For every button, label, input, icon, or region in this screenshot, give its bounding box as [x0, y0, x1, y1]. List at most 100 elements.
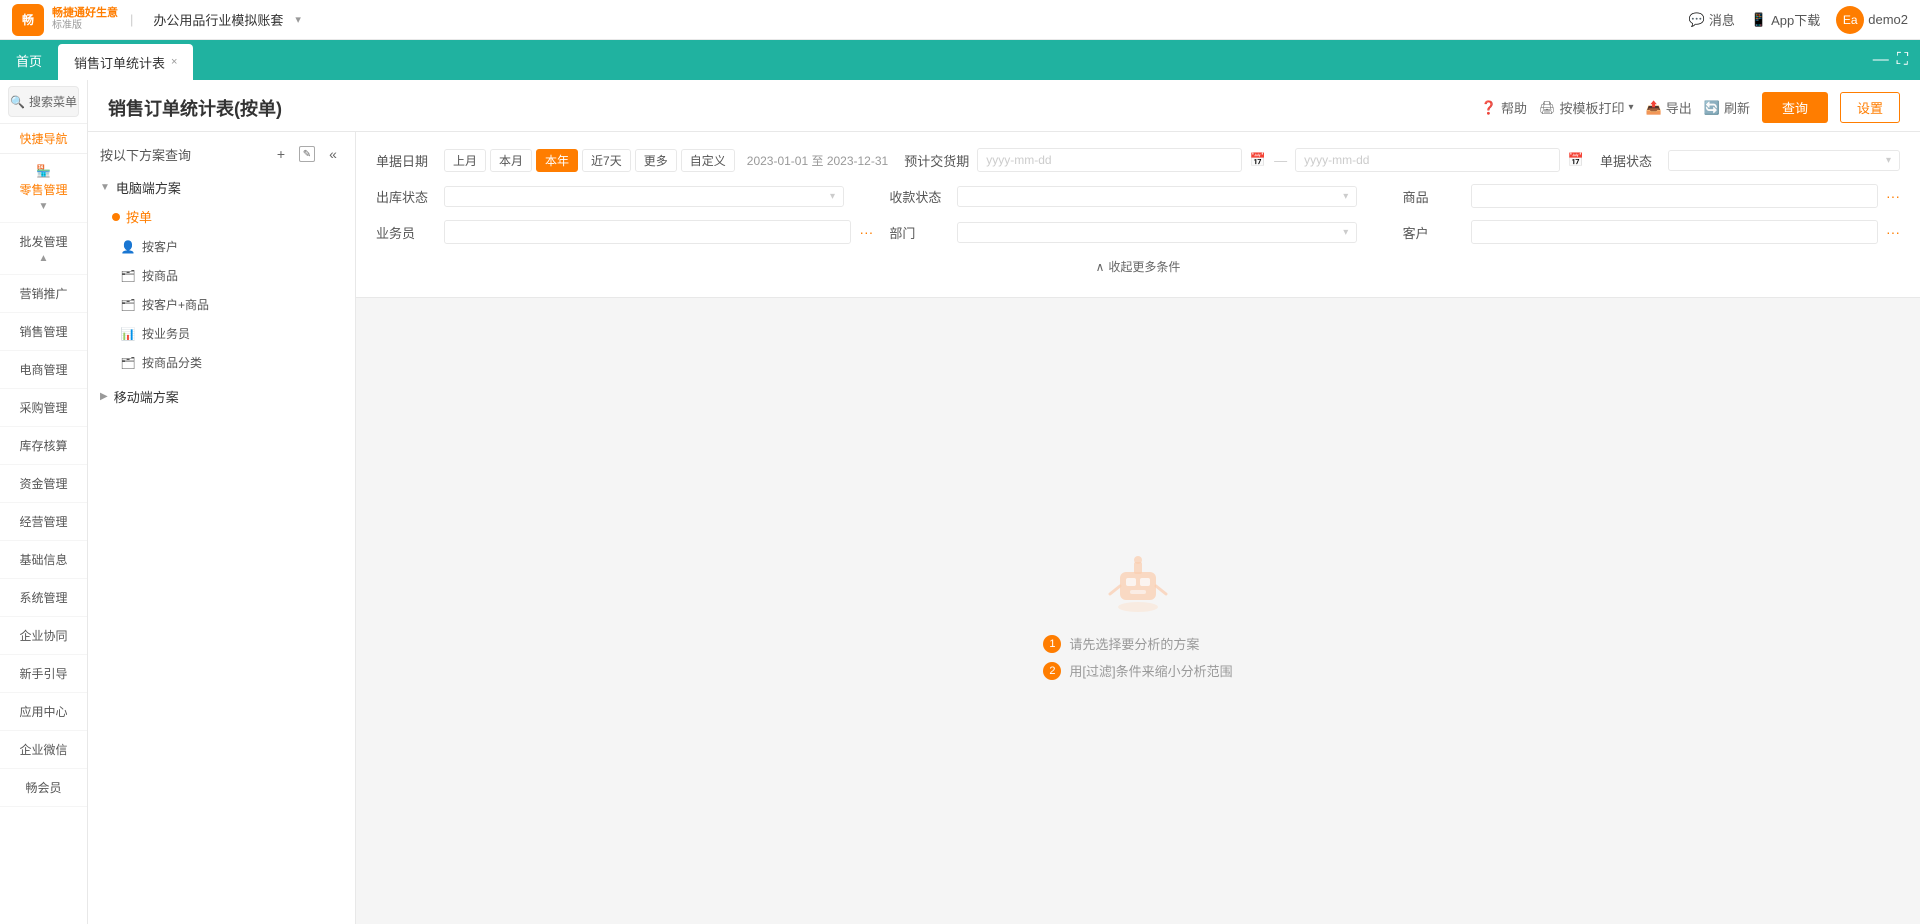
sidebar-item-wholesale[interactable]: 批发管理 ▲ — [0, 223, 87, 275]
sidebar-item-wechat[interactable]: 企业微信 — [0, 731, 87, 769]
page-header: 销售订单统计表(按单) ❓ 帮助 🖨 按模板打印 ▾ 📤 导出 🔄 刷新 — [88, 80, 1920, 132]
scheme-add-btn[interactable]: + — [271, 144, 291, 164]
message-icon: 💬 — [1689, 12, 1705, 28]
doc-status-arrow-icon: ▾ — [1886, 155, 1891, 166]
quick-nav-btn[interactable]: 快捷导航 — [0, 124, 87, 154]
scheme-item-by-goods[interactable]: 🗂 按商品 — [100, 261, 343, 290]
message-btn[interactable]: 💬 消息 — [1689, 10, 1735, 29]
sidebar-item-retail[interactable]: 🏪 零售管理 ▼ — [0, 154, 87, 223]
collapse-label: 收起更多条件 — [1108, 258, 1180, 275]
tab-home[interactable]: 首页 — [0, 40, 58, 80]
sidebar-item-vip[interactable]: 畅会员 — [0, 769, 87, 807]
this-year-btn[interactable]: 本年 — [536, 149, 578, 172]
dept-select[interactable]: ▾ — [957, 222, 1357, 243]
scheme-edit-btn[interactable]: ✎ — [297, 144, 317, 164]
query-btn[interactable]: 查询 — [1762, 92, 1828, 123]
doc-status-label: 单据状态 — [1600, 151, 1660, 170]
main-content: 按以下方案查询 + ✎ « — [88, 132, 1920, 924]
sidebar-item-operations[interactable]: 经营管理 — [0, 503, 87, 541]
scheme-item-by-salesperson[interactable]: 📊 按业务员 — [100, 319, 343, 348]
help-btn[interactable]: ❓ 帮助 — [1481, 98, 1527, 117]
more-btn[interactable]: 更多 — [635, 149, 677, 172]
scheme-item-by-category[interactable]: 🗂 按商品分类 — [100, 348, 343, 377]
last-7-days-btn[interactable]: 近7天 — [582, 149, 631, 172]
sidebar-item-ecommerce[interactable]: 电商管理 — [0, 351, 87, 389]
user-avatar: Ea — [1836, 6, 1864, 34]
sidebar-item-system[interactable]: 系统管理 — [0, 579, 87, 617]
settings-btn[interactable]: 设置 — [1840, 92, 1900, 123]
empty-hints: 1 请先选择要分析的方案 2 用[过滤]条件来缩小分析范围 — [1043, 634, 1232, 680]
customer-group: 客户 ··· — [1403, 220, 1900, 244]
custom-btn[interactable]: 自定义 — [681, 149, 735, 172]
app-download-btn[interactable]: 📱 App下载 — [1751, 10, 1820, 29]
tab-close-btn[interactable]: × — [171, 56, 177, 68]
filter-results: 单据日期 上月 本月 本年 近7天 更多 自定义 2023-01-01 至 20… — [356, 132, 1920, 924]
sidebar-item-marketing[interactable]: 营销推广 — [0, 275, 87, 313]
scheme-item-by-customer-goods[interactable]: 🗂 按客户+商品 — [100, 290, 343, 319]
mobile-category-label: 移动端方案 — [114, 387, 179, 406]
expected-date-start[interactable] — [977, 148, 1242, 172]
empty-state: 1 请先选择要分析的方案 2 用[过滤]条件来缩小分析范围 — [356, 298, 1920, 924]
customer-input[interactable] — [1471, 220, 1878, 244]
salesperson-input[interactable] — [444, 220, 851, 244]
help-icon: ❓ — [1481, 100, 1497, 116]
scheme-category-mobile-header[interactable]: ▶ 移动端方案 — [100, 383, 343, 410]
customer-label: 客户 — [1403, 223, 1463, 242]
topbar-right: 💬 消息 📱 App下载 Ea demo2 — [1689, 6, 1908, 34]
goods-group: 商品 ··· — [1403, 184, 1900, 208]
edit-icon: ✎ — [299, 146, 315, 162]
scheme-item-by-customer[interactable]: 👤 按客户 — [100, 232, 343, 261]
page-actions: ❓ 帮助 🖨 按模板打印 ▾ 📤 导出 🔄 刷新 查询 设置 — [1481, 92, 1900, 123]
print-btn[interactable]: 🖨 按模板打印 ▾ — [1539, 98, 1634, 117]
tab-sales-order[interactable]: 销售订单统计表 × — [58, 44, 193, 80]
user-menu[interactable]: Ea demo2 — [1836, 6, 1908, 34]
customer-icon: 👤 — [120, 239, 136, 255]
sidebar-item-procurement[interactable]: 采购管理 — [0, 389, 87, 427]
last-month-btn[interactable]: 上月 — [444, 149, 486, 172]
export-btn[interactable]: 📤 导出 — [1646, 98, 1692, 117]
goods-more-icon[interactable]: ··· — [1886, 188, 1900, 204]
customer-goods-icon: 🗂 — [120, 297, 136, 313]
dept-label: 部门 — [889, 223, 949, 242]
tabbar-maximize-btn[interactable]: ⛶ — [1897, 51, 1908, 69]
topbar: 畅 畅捷通好生意 标准版 | 办公用品行业模拟账套 ▾ 💬 消息 📱 App下载… — [0, 0, 1920, 40]
payment-status-group: 收款状态 ▾ — [889, 186, 1386, 207]
ship-status-select[interactable]: ▾ — [444, 186, 844, 207]
tabbar-actions: — ⛶ — [1873, 40, 1920, 80]
tabbar-minimize-btn[interactable]: — — [1873, 51, 1889, 69]
search-icon: 🔍 — [10, 95, 25, 109]
sidebar-item-appstore[interactable]: 应用中心 — [0, 693, 87, 731]
customer-more-icon[interactable]: ··· — [1886, 224, 1900, 240]
app-title: 办公用品行业模拟账套 — [153, 10, 283, 29]
mobile-category-arrow-icon: ▶ — [100, 391, 108, 402]
date-filter-label: 单据日期 — [376, 151, 436, 170]
scheme-category-pc-header[interactable]: ▼ 电脑端方案 — [100, 174, 343, 201]
collapse-bar[interactable]: ∧ 收起更多条件 — [376, 252, 1900, 281]
goods-input[interactable] — [1471, 184, 1878, 208]
scheme-collapse-btn[interactable]: « — [323, 144, 343, 164]
calendar-start-icon[interactable]: 📅 — [1250, 152, 1266, 168]
empty-hint-2: 2 用[过滤]条件来缩小分析范围 — [1043, 661, 1232, 680]
sidebar-item-enterprise[interactable]: 企业协同 — [0, 617, 87, 655]
dept-group: 部门 ▾ — [889, 222, 1386, 243]
sidebar-item-inventory[interactable]: 库存核算 — [0, 427, 87, 465]
active-dot-icon — [112, 213, 120, 221]
sidebar-item-basic[interactable]: 基础信息 — [0, 541, 87, 579]
refresh-btn[interactable]: 🔄 刷新 — [1704, 98, 1750, 117]
payment-status-select[interactable]: ▾ — [957, 186, 1357, 207]
app-title-arrow[interactable]: ▾ — [295, 13, 301, 26]
search-menu-btn[interactable]: 🔍 搜索菜单 — [8, 86, 79, 117]
date-range-display: 2023-01-01 至 2023-12-31 — [747, 152, 888, 169]
this-month-btn[interactable]: 本月 — [490, 149, 532, 172]
doc-status-select[interactable]: ▾ — [1668, 150, 1900, 171]
payment-arrow-icon: ▾ — [1343, 191, 1348, 202]
sidebar-item-newbie[interactable]: 新手引导 — [0, 655, 87, 693]
sidebar-item-sales[interactable]: 销售管理 — [0, 313, 87, 351]
calendar-end-icon[interactable]: 📅 — [1568, 152, 1584, 168]
expected-date-end[interactable] — [1295, 148, 1560, 172]
scheme-item-by-order[interactable]: 按单 — [100, 201, 343, 232]
salesperson-more-icon[interactable]: ··· — [859, 224, 873, 240]
date-filter-group: 单据日期 上月 本月 本年 近7天 更多 自定义 2023-01-01 至 20… — [376, 149, 888, 172]
sidebar-item-finance[interactable]: 资金管理 — [0, 465, 87, 503]
brand-logo: 畅 — [12, 4, 44, 36]
